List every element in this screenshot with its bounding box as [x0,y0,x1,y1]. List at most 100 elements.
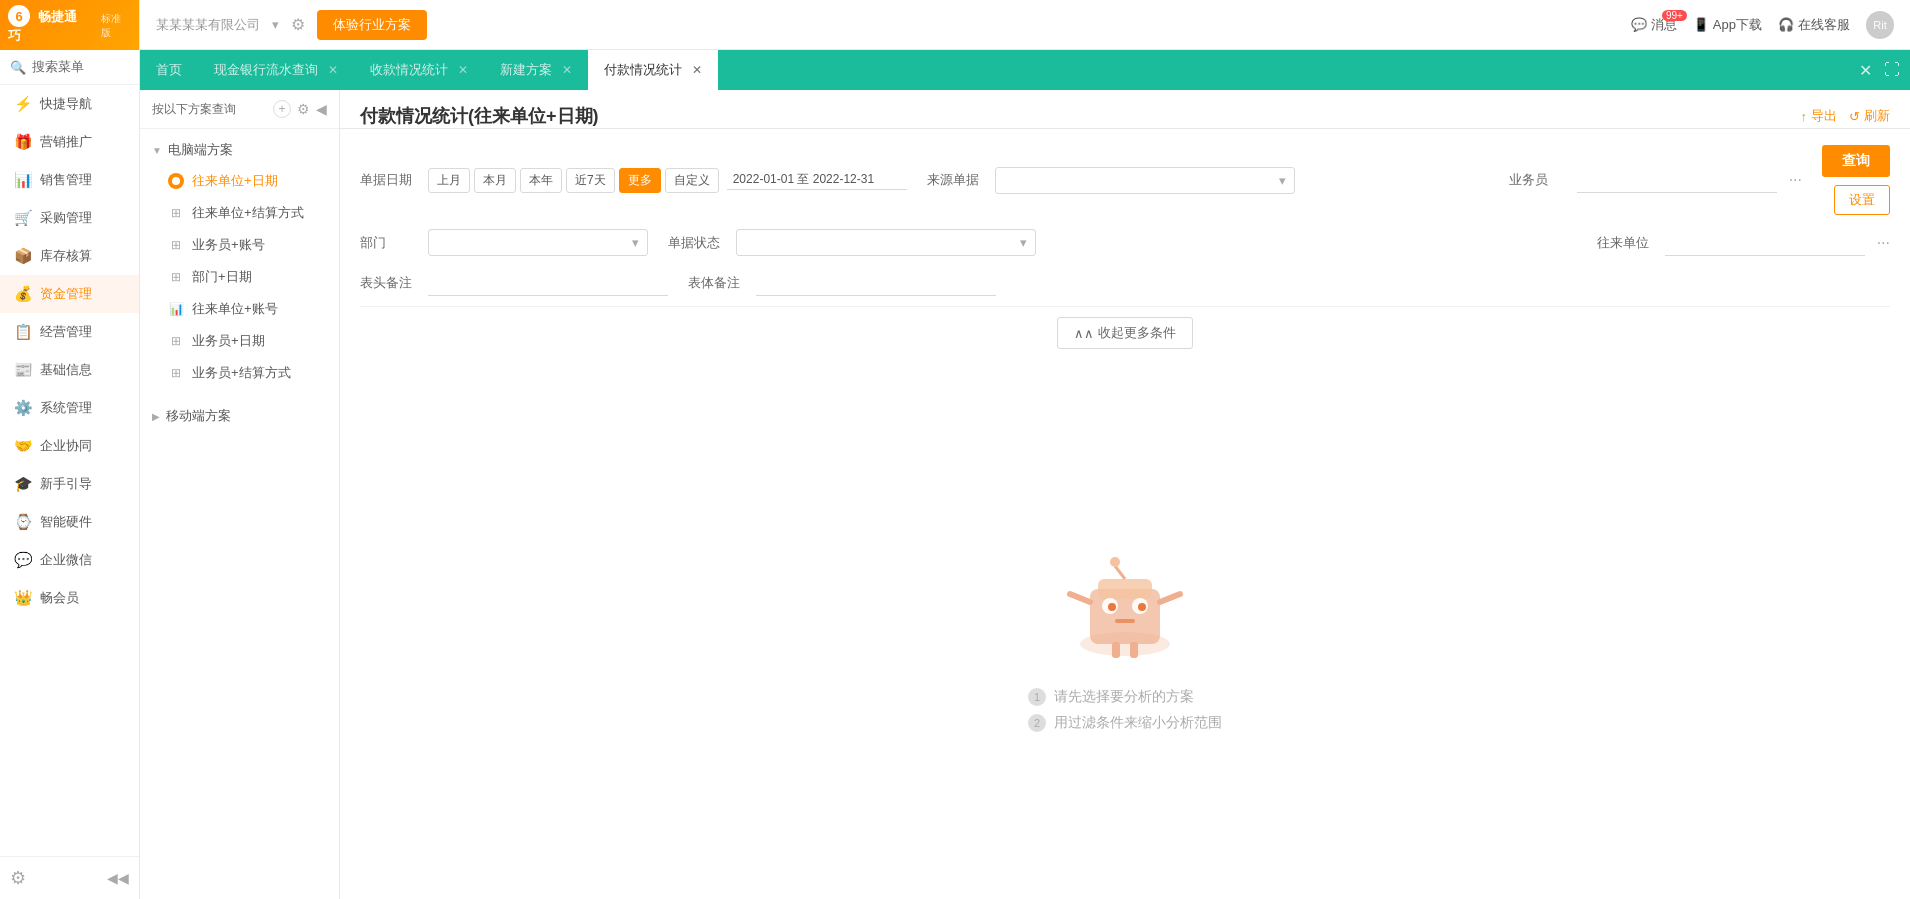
tab-new-scheme[interactable]: 新建方案 ✕ [484,50,588,90]
date-btn-last-month[interactable]: 上月 [428,168,470,193]
settings-icon[interactable]: ⚙ [291,15,305,34]
refresh-button[interactable]: ↺ 刷新 [1849,107,1890,125]
sidebar-search[interactable]: 🔍 搜索菜单 [0,50,139,85]
settings-icon[interactable]: ⚙ [10,867,26,889]
close-all-tabs-icon[interactable]: ✕ [1859,61,1872,80]
add-scheme-icon[interactable]: + [273,100,291,118]
tab-close-payment-stats[interactable]: ✕ [692,63,702,77]
body-note-input[interactable] [756,270,996,296]
header-note-input[interactable] [428,270,668,296]
sidebar-header: 6 畅捷通巧 标准版 [0,0,139,50]
trial-button[interactable]: 体验行业方案 [317,10,427,40]
scheme-item-partner-date[interactable]: 往来单位+日期 [140,165,339,197]
header-note-label: 表头备注 [360,274,420,292]
partner-input[interactable] [1665,230,1865,256]
maximize-icon[interactable]: ⛶ [1884,61,1900,79]
svg-line-8 [1070,594,1090,602]
sidebar-item-weixin[interactable]: 💬 企业微信 [0,541,139,579]
dept-select[interactable]: ▾ [428,229,648,256]
partner-dots[interactable]: ··· [1877,234,1890,252]
svg-rect-7 [1115,619,1135,623]
sidebar-item-hardware[interactable]: ⌚ 智能硬件 [0,503,139,541]
scheme-item-staff-settle[interactable]: ⊞ 业务员+结算方式 [140,357,339,389]
scheme-group-desktop-label: 电脑端方案 [168,141,233,159]
message-button[interactable]: 💬 消息 99+ [1631,16,1677,34]
sidebar-item-label: 新手引导 [40,475,92,493]
settings-button[interactable]: 设置 [1834,185,1890,215]
page-header-actions: ↑ 导出 ↺ 刷新 [1801,107,1891,125]
tip-num-1: 1 [1028,688,1046,706]
tab-bank-flow[interactable]: 现金银行流水查询 ✕ [198,50,354,90]
empty-tip-2: 2 用过滤条件来缩小分析范围 [1028,714,1222,732]
scheme-item-dept-date[interactable]: ⊞ 部门+日期 [140,261,339,293]
scheme-group-mobile-header[interactable]: ▶ 移动端方案 [140,401,339,431]
date-btn-custom[interactable]: 自定义 [665,168,719,193]
sidebar-item-marketing[interactable]: 🎁 营销推广 [0,123,139,161]
date-btn-this-year[interactable]: 本年 [520,168,562,193]
sidebar-item-system[interactable]: ⚙️ 系统管理 [0,389,139,427]
tab-home[interactable]: 首页 [140,50,198,90]
filter-bill-status: 单据状态 ▾ [668,229,1577,256]
svg-line-9 [1160,594,1180,602]
empty-state: 1 请先选择要分析的方案 2 用过滤条件来缩小分析范围 [340,375,1910,899]
partner-label: 往来单位 [1597,234,1657,252]
export-button[interactable]: ↑ 导出 [1801,107,1838,125]
collapse-sidebar-icon[interactable]: ◀◀ [107,870,129,886]
sidebar-item-sales[interactable]: 📊 销售管理 [0,161,139,199]
scheme-group-desktop-header[interactable]: ▼ 电脑端方案 [140,135,339,165]
tab-close-receipt-stats[interactable]: ✕ [458,63,468,77]
tip-num-2: 2 [1028,714,1046,732]
tab-receipt-stats[interactable]: 收款情况统计 ✕ [354,50,484,90]
sidebar-item-purchase[interactable]: 🛒 采购管理 [0,199,139,237]
salesperson-dots[interactable]: ··· [1789,171,1802,189]
user-avatar[interactable]: Rit [1866,11,1894,39]
sidebar-item-label: 采购管理 [40,209,92,227]
scheme-item-partner-settle[interactable]: ⊞ 往来单位+结算方式 [140,197,339,229]
collapse-button[interactable]: ∧∧ 收起更多条件 [1057,317,1193,349]
sidebar-item-guide[interactable]: 🎓 新手引导 [0,465,139,503]
date-btn-7days[interactable]: 近7天 [566,168,615,193]
online-service-button[interactable]: 🎧 在线客服 [1778,16,1850,34]
chevron-down-icon: ▾ [632,235,639,250]
topbar: 某某某某有限公司 ▾ ⚙ 体验行业方案 💬 消息 99+ 📱 App下载 🎧 在… [140,0,1910,50]
scheme-item-staff-date[interactable]: ⊞ 业务员+日期 [140,325,339,357]
tabbar-actions: ✕ ⛶ [1849,50,1910,90]
filter-row-2: 部门 ▾ 单据状态 ▾ 往来单位 [360,229,1890,256]
sidebar-item-label: 快捷导航 [40,95,92,113]
bill-status-select[interactable]: ▾ [736,229,1036,256]
sidebar-item-enterprise[interactable]: 🤝 企业协同 [0,427,139,465]
salesperson-input[interactable] [1577,167,1777,193]
sidebar-item-quick-nav[interactable]: ⚡ 快捷导航 [0,85,139,123]
date-btn-this-month[interactable]: 本月 [474,168,516,193]
refresh-icon: ↺ [1849,109,1860,124]
scheme-settings-icon[interactable]: ⚙ [297,101,310,117]
sidebar-item-capital[interactable]: 💰 资金管理 [0,275,139,313]
sidebar-item-basic[interactable]: 📰 基础信息 [0,351,139,389]
tab-close-bank-flow[interactable]: ✕ [328,63,338,77]
app-download-button[interactable]: 📱 App下载 [1693,16,1762,34]
query-button[interactable]: 查询 [1822,145,1890,177]
scheme-item-partner-account[interactable]: 📊 往来单位+账号 [140,293,339,325]
scheme-panel: 按以下方案查询 + ⚙ ◀ ▼ 电脑端方案 往来单位+日期 [140,90,340,899]
main-content: 付款情况统计(往来单位+日期) ↑ 导出 ↺ 刷新 [340,90,1910,899]
tab-close-new-scheme[interactable]: ✕ [562,63,572,77]
date-btn-more[interactable]: 更多 [619,168,661,193]
quick-nav-icon: ⚡ [14,95,32,113]
scheme-group-desktop: ▼ 电脑端方案 往来单位+日期 ⊞ 往来单位+结算方式 ⊞ [140,129,339,395]
sidebar-item-member[interactable]: 👑 畅会员 [0,579,139,617]
date-buttons: 上月 本月 本年 近7天 更多 自定义 [428,168,719,193]
sidebar-item-label: 基础信息 [40,361,92,379]
company-dropdown-icon[interactable]: ▾ [272,17,279,32]
date-range-input[interactable] [727,171,907,190]
topbar-right: 💬 消息 99+ 📱 App下载 🎧 在线客服 Rit [1631,11,1894,39]
tab-payment-stats[interactable]: 付款情况统计 ✕ [588,50,718,90]
sidebar-item-inventory[interactable]: 📦 库存核算 [0,237,139,275]
source-bill-select[interactable]: ▾ [995,167,1295,194]
sidebar-item-label: 企业协同 [40,437,92,455]
sidebar: 6 畅捷通巧 标准版 🔍 搜索菜单 ⚡ 快捷导航 🎁 营销推广 📊 销售管理 🛒… [0,0,140,899]
scheme-item-staff-account[interactable]: ⊞ 业务员+账号 [140,229,339,261]
scheme-item-label: 业务员+结算方式 [192,364,291,382]
filter-bill-date: 单据日期 上月 本月 本年 近7天 更多 自定义 [360,168,907,193]
sidebar-item-operations[interactable]: 📋 经营管理 [0,313,139,351]
scheme-collapse-icon[interactable]: ◀ [316,101,327,117]
